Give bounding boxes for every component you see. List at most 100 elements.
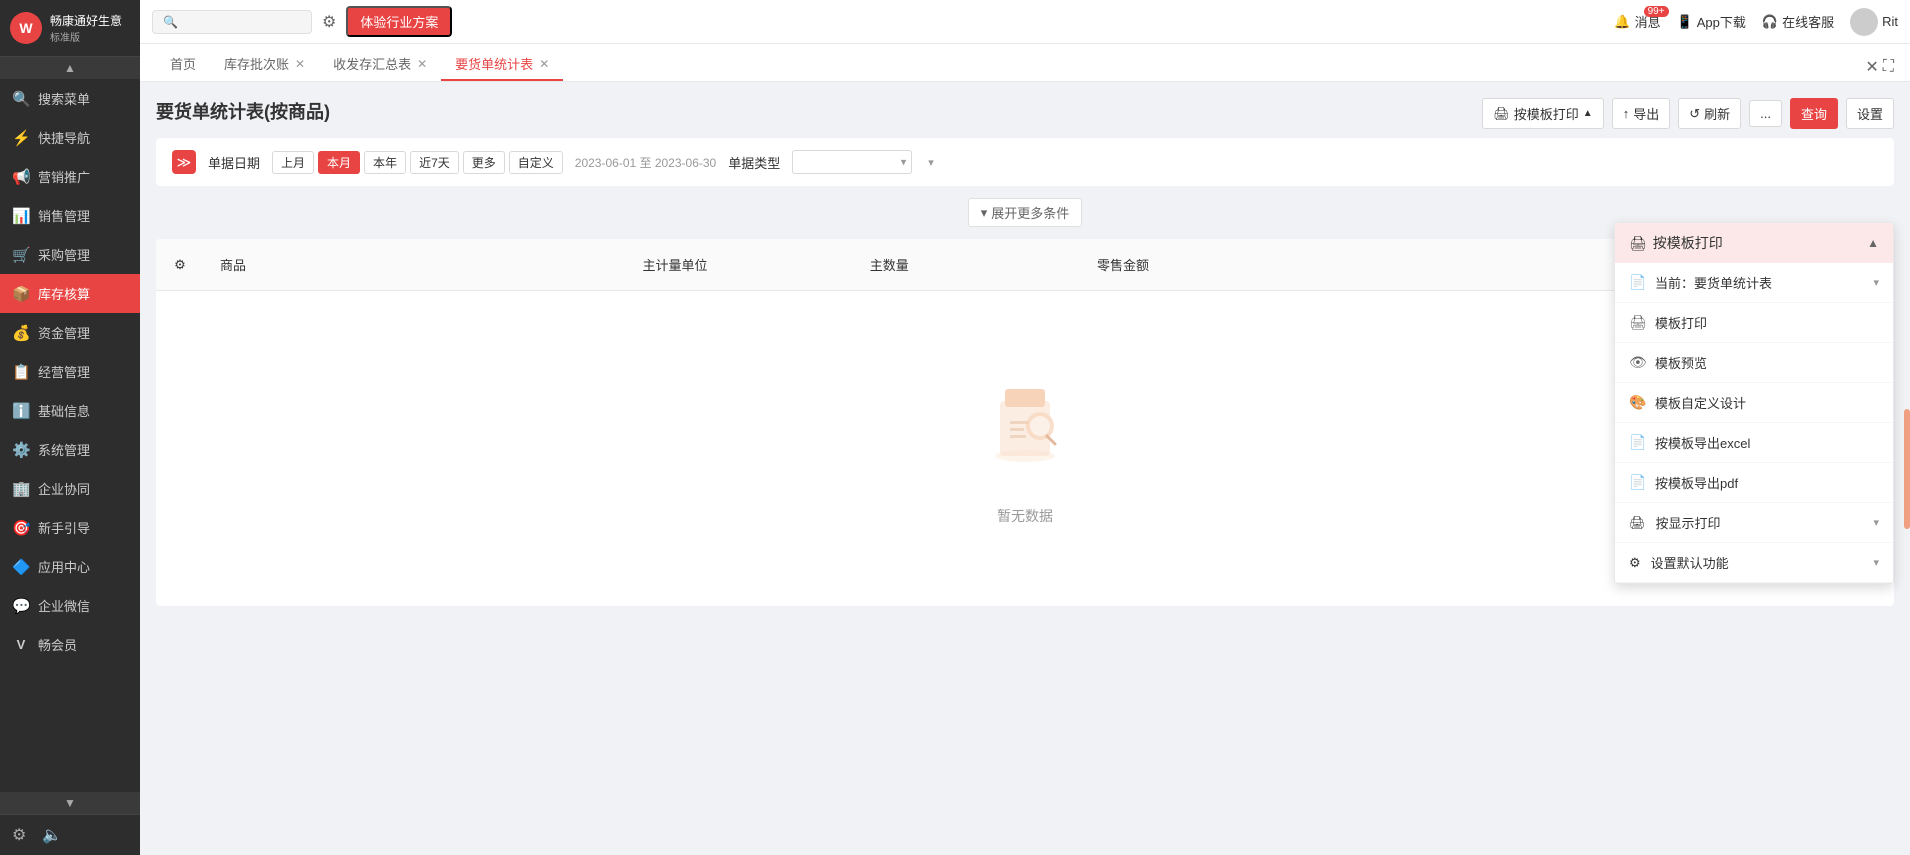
print-label: 按模板打印 <box>1514 104 1579 123</box>
speaker-icon[interactable]: 🔈 <box>42 825 62 845</box>
export-icon: ↑ <box>1623 106 1630 121</box>
more-button[interactable]: ... <box>1749 100 1782 127</box>
sidebar-item-inventory[interactable]: 📦 库存核算 <box>0 274 140 313</box>
online-service-button[interactable]: 🎧 在线客服 <box>1762 12 1834 31</box>
print-dropdown-menu: 🖨 按模板打印 ▲ 📄 当前：要货单统计表 ▾ 🖨 模板打印 <box>1614 222 1894 584</box>
tab-expand-icon[interactable]: ⛶ <box>1883 58 1894 76</box>
dropdown-template-preview[interactable]: 👁 模板预览 <box>1615 343 1893 383</box>
dropdown-template-print[interactable]: 🖨 模板打印 <box>1615 303 1893 343</box>
sidebar-item-quick-nav[interactable]: ⚡ 快捷导航 <box>0 118 140 157</box>
type-filter-label: 单据类型 <box>728 153 780 172</box>
topbar-right: 🔔 消息 99+ 📱 App下载 🎧 在线客服 Rit <box>1614 8 1898 36</box>
sidebar-item-label: 企业协同 <box>38 479 90 498</box>
tab-close-icon[interactable]: ✕ <box>1865 57 1878 77</box>
export-button[interactable]: ↑ 导出 <box>1612 98 1671 129</box>
filter-expand-button[interactable]: ≫ <box>172 150 196 174</box>
date-custom[interactable]: 自定义 <box>509 151 563 174</box>
sidebar-item-label: 采购管理 <box>38 245 90 264</box>
sidebar-item-operations[interactable]: 📋 经营管理 <box>0 352 140 391</box>
date-more[interactable]: 更多 <box>463 151 505 174</box>
current-template-chevron-icon: ▾ <box>1873 276 1879 289</box>
dropdown-template-design[interactable]: 🎨 模板自定义设计 <box>1615 383 1893 423</box>
settings-bottom-icon[interactable]: ⚙ <box>12 825 26 845</box>
date-filter-group: 上月 本月 本年 近7天 更多 自定义 <box>272 151 563 174</box>
dropdown-header: 🖨 按模板打印 ▲ <box>1615 223 1893 263</box>
topbar-search-box[interactable]: 🔍 <box>152 10 312 34</box>
date-7days[interactable]: 近7天 <box>410 151 459 174</box>
sidebar-item-purchase[interactable]: 🛒 采购管理 <box>0 235 140 274</box>
type-select-wrapper[interactable] <box>792 150 912 174</box>
sidebar-item-sales[interactable]: 📊 销售管理 <box>0 196 140 235</box>
dropdown-display-print[interactable]: 🖨 按显示打印 ▾ <box>1615 503 1893 543</box>
tab-home[interactable]: 首页 <box>156 48 210 81</box>
tab-order-stats[interactable]: 要货单统计表 ✕ <box>441 48 563 81</box>
dropdown-title: 🖨 按模板打印 <box>1629 233 1723 253</box>
tab-receipts[interactable]: 收发存汇总表 ✕ <box>319 48 441 81</box>
printer-icon: 🖨 <box>1493 106 1510 122</box>
col-settings[interactable]: ⚙ <box>156 249 204 281</box>
sidebar-item-label: 经营管理 <box>38 362 90 381</box>
empty-illustration <box>975 371 1075 490</box>
bell-icon: 🔔 <box>1614 14 1630 30</box>
tab-order-stats-close[interactable]: ✕ <box>539 57 549 71</box>
right-scrollbar[interactable] <box>1904 409 1910 529</box>
topbar-gear-icon[interactable]: ⚙ <box>322 12 336 32</box>
sidebar-item-label: 基础信息 <box>38 401 90 420</box>
sidebar-item-label: 企业微信 <box>38 596 90 615</box>
messages-button[interactable]: 🔔 消息 99+ <box>1614 12 1660 31</box>
search-icon: 🔍 <box>12 90 30 108</box>
tab-order-stats-label: 要货单统计表 <box>455 54 533 73</box>
settings-button[interactable]: 设置 <box>1846 98 1894 129</box>
pdf-icon: 📄 <box>1629 474 1645 491</box>
refresh-button[interactable]: ↺ 刷新 <box>1678 98 1741 129</box>
dropdown-current-template[interactable]: 📄 当前：要货单统计表 ▾ <box>1615 263 1893 303</box>
sidebar-item-marketing[interactable]: 📢 营销推广 <box>0 157 140 196</box>
dropdown-chevron-up-icon[interactable]: ▲ <box>1867 236 1879 250</box>
print-button[interactable]: 🖨 按模板打印 ▲ <box>1482 98 1603 129</box>
user-avatar-button[interactable]: Rit <box>1850 8 1898 36</box>
sidebar-bottom: ⚙ 🔈 <box>0 814 140 855</box>
dropdown-export-excel[interactable]: 📄 按模板导出excel <box>1615 423 1893 463</box>
tab-batch-close[interactable]: ✕ <box>295 57 305 71</box>
col-amount: 零售金额 <box>1081 247 1308 282</box>
expand-more-button[interactable]: ▾ 展开更多条件 <box>968 198 1083 227</box>
megaphone-icon: 📢 <box>12 168 30 186</box>
filter-bar: ≫ 单据日期 上月 本月 本年 近7天 更多 自定义 2023-06-01 至 … <box>156 138 1894 186</box>
sidebar-item-guide[interactable]: 🎯 新手引导 <box>0 508 140 547</box>
date-last-month[interactable]: 上月 <box>272 151 314 174</box>
preview-icon: 👁 <box>1629 354 1645 371</box>
dropdown-export-pdf[interactable]: 📄 按模板导出pdf <box>1615 463 1893 503</box>
sidebar-item-system[interactable]: ⚙️ 系统管理 <box>0 430 140 469</box>
sidebar-item-search[interactable]: 🔍 搜索菜单 <box>0 79 140 118</box>
user-name: Rit <box>1882 14 1898 29</box>
date-this-month[interactable]: 本月 <box>318 151 360 174</box>
sidebar-scroll-up[interactable]: ▲ <box>0 57 140 79</box>
target-icon: 🎯 <box>12 519 30 537</box>
tab-batch[interactable]: 库存批次账 ✕ <box>210 48 319 81</box>
topbar: 🔍 ⚙ 体验行业方案 🔔 消息 99+ 📱 App下载 🎧 在线客服 Rit <box>140 0 1910 44</box>
type-select[interactable] <box>792 150 912 174</box>
sidebar-item-finance[interactable]: 💰 资金管理 <box>0 313 140 352</box>
lightning-icon: ⚡ <box>12 129 30 147</box>
date-this-year[interactable]: 本年 <box>364 151 406 174</box>
sidebar-item-apps[interactable]: 🔷 应用中心 <box>0 547 140 586</box>
tab-receipts-close[interactable]: ✕ <box>417 57 427 71</box>
sidebar-item-wechat[interactable]: 💬 企业微信 <box>0 586 140 625</box>
member-icon: V <box>12 637 30 652</box>
messages-badge: 99+ <box>1644 6 1669 17</box>
chart-icon: 📊 <box>12 207 30 225</box>
sidebar-item-label: 库存核算 <box>38 284 90 303</box>
avatar <box>1850 8 1878 36</box>
sidebar-scroll-down[interactable]: ▼ <box>0 792 140 814</box>
table-settings-icon[interactable]: ⚙ <box>174 257 186 272</box>
trial-button[interactable]: 体验行业方案 <box>346 6 452 37</box>
query-button[interactable]: 查询 <box>1790 98 1838 129</box>
col-product: 商品 <box>204 247 627 282</box>
app-download-button[interactable]: 📱 App下载 <box>1677 12 1746 31</box>
sidebar-item-member[interactable]: V 畅会员 <box>0 625 140 664</box>
sidebar-item-enterprise[interactable]: 🏢 企业协同 <box>0 469 140 508</box>
refresh-label: 刷新 <box>1704 104 1730 123</box>
sidebar-item-basic[interactable]: ℹ️ 基础信息 <box>0 391 140 430</box>
set-default-chevron-icon: ▾ <box>1873 556 1879 569</box>
dropdown-set-default[interactable]: ⚙ 设置默认功能 ▾ <box>1615 543 1893 583</box>
